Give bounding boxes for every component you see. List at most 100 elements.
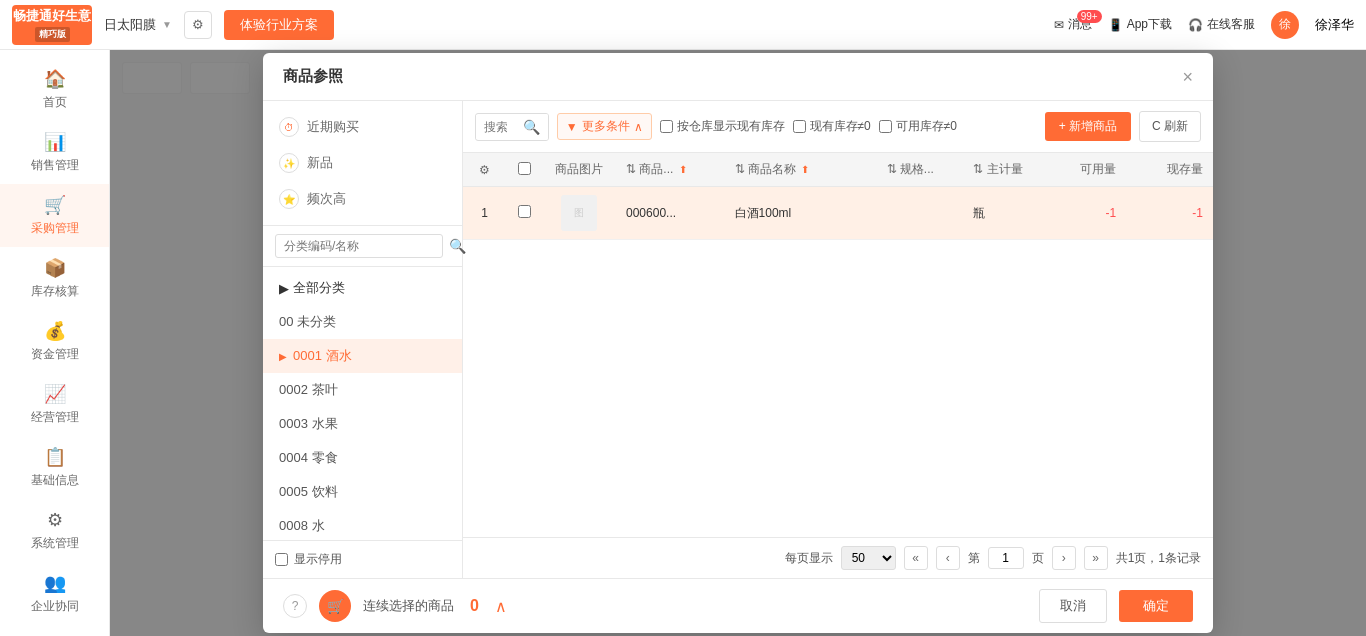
category-item-active[interactable]: ▶ 0001 酒水 <box>263 339 462 373</box>
new-icon: ✨ <box>279 153 299 173</box>
select-all-checkbox[interactable] <box>518 162 531 175</box>
per-page-label: 每页显示 <box>785 550 833 567</box>
category-item[interactable]: 0008 水 <box>263 509 462 540</box>
sidebar-item-inventory[interactable]: 📦 库存核算 <box>0 247 109 310</box>
logo-text: 畅捷通好生意 <box>13 7 91 25</box>
add-product-btn[interactable]: + 新增商品 <box>1045 112 1131 141</box>
product-modal: 商品参照 × ⏱ 近期购买 ✨ 新 <box>263 53 1213 633</box>
sidebar-item-purchase[interactable]: 🛒 采购管理 <box>0 184 109 247</box>
sort-active-icon: ⬆ <box>801 164 809 175</box>
settings-icon[interactable]: ⚙ <box>184 11 212 39</box>
store-name: 日太阳膜 <box>104 16 156 34</box>
cart-btn[interactable]: 🛒 <box>319 590 351 622</box>
toolbar: 🔍 ▼ 更多条件 ∧ 按仓库显示现有库存 <box>463 101 1213 153</box>
page-input[interactable] <box>988 547 1024 569</box>
last-page-btn[interactable]: » <box>1084 546 1108 570</box>
col-header-stock[interactable]: 现存量 <box>1126 153 1213 187</box>
right-panel: 🔍 ▼ 更多条件 ∧ 按仓库显示现有库存 <box>463 101 1213 578</box>
col-header-unit[interactable]: ⇅ 主计量 <box>963 153 1039 187</box>
category-label: 00 未分类 <box>279 313 336 331</box>
sidebar-item-label: 基础信息 <box>31 472 79 489</box>
row-checkbox[interactable] <box>518 205 531 218</box>
refresh-btn[interactable]: C 刷新 <box>1139 111 1201 142</box>
modal-footer: ? 🛒 连续选择的商品 0 ∧ 取消 确定 <box>263 578 1213 633</box>
chevron-right-icon: ▶ <box>279 351 287 362</box>
store-selector[interactable]: 日太阳膜 ▼ <box>104 16 172 34</box>
col-header-check <box>506 153 542 187</box>
display-disabled-area: 显示停用 <box>263 540 462 578</box>
sidebar-item-label: 经营管理 <box>31 409 79 426</box>
col-header-spec[interactable]: ⇅ 规格... <box>877 153 964 187</box>
app-download-btn[interactable]: 📱 App下载 <box>1108 16 1172 33</box>
settings-table-icon[interactable]: ⚙ <box>479 163 490 177</box>
category-item[interactable]: 0003 水果 <box>263 407 462 441</box>
col-code-label: 商品... <box>639 162 673 176</box>
prev-page-btn[interactable]: ‹ <box>936 546 960 570</box>
avatar[interactable]: 徐 <box>1271 11 1299 39</box>
product-img: 图 <box>561 195 597 231</box>
left-panel-tabs: ⏱ 近期购买 ✨ 新品 ⭐ 频次高 <box>263 101 462 226</box>
col-header-seq: ⚙ <box>463 153 506 187</box>
messages-btn[interactable]: ✉ 消息 99+ <box>1054 16 1092 33</box>
sidebar-item-sales[interactable]: 📊 销售管理 <box>0 121 109 184</box>
category-label: 0008 水 <box>279 517 325 535</box>
col-header-avail[interactable]: 可用量 <box>1039 153 1126 187</box>
filter-btn[interactable]: ▼ 更多条件 ∧ <box>557 113 652 140</box>
checkbox-stock-nonzero: 现有库存≠0 <box>793 118 871 135</box>
sidebar: 🏠 首页 📊 销售管理 🛒 采购管理 📦 库存核算 💰 资金管理 📈 经营管理 … <box>0 50 110 636</box>
avail-nonzero-checkbox[interactable] <box>879 120 892 133</box>
filter-label: 更多条件 <box>582 118 630 135</box>
sidebar-item-label: 采购管理 <box>31 220 79 237</box>
col-header-name[interactable]: ⇅ 商品名称 ⬆ <box>725 153 877 187</box>
system-icon: ⚙ <box>47 509 63 531</box>
warehouse-label: 按仓库显示现有库存 <box>677 118 785 135</box>
category-item[interactable]: 0005 饮料 <box>263 475 462 509</box>
help-icon[interactable]: ? <box>283 594 307 618</box>
stock-nonzero-checkbox[interactable] <box>793 120 806 133</box>
display-disabled-checkbox[interactable] <box>275 553 288 566</box>
message-icon: ✉ <box>1054 18 1064 32</box>
sidebar-item-basic-info[interactable]: 📋 基础信息 <box>0 436 109 499</box>
username: 徐泽华 <box>1315 16 1354 34</box>
modal-header: 商品参照 × <box>263 53 1213 101</box>
tab-recent-purchase[interactable]: ⏱ 近期购买 <box>263 109 462 145</box>
tab-new-products[interactable]: ✨ 新品 <box>263 145 462 181</box>
collapse-icon[interactable]: ∧ <box>495 597 507 616</box>
td-seq: 1 <box>463 187 506 240</box>
sidebar-item-system[interactable]: ⚙ 系统管理 <box>0 499 109 562</box>
product-search-input[interactable] <box>476 115 515 139</box>
headset-icon: 🎧 <box>1188 18 1203 32</box>
sidebar-item-operations[interactable]: 📈 经营管理 <box>0 373 109 436</box>
cancel-btn[interactable]: 取消 <box>1039 589 1107 623</box>
table-row[interactable]: 1 图 000 <box>463 187 1213 240</box>
sidebar-item-home[interactable]: 🏠 首页 <box>0 58 109 121</box>
first-page-btn[interactable]: « <box>904 546 928 570</box>
category-item[interactable]: 0004 零食 <box>263 441 462 475</box>
selected-label: 连续选择的商品 <box>363 597 454 615</box>
sidebar-item-collab[interactable]: 👥 企业协同 <box>0 562 109 625</box>
col-header-code[interactable]: ⇅ 商品... ⬆ <box>616 153 725 187</box>
warehouse-checkbox[interactable] <box>660 120 673 133</box>
sidebar-item-guide[interactable]: 🔰 新手引导 <box>0 625 109 636</box>
modal-close-btn[interactable]: × <box>1182 68 1193 86</box>
logo[interactable]: 畅捷通好生意 精巧版 <box>12 5 92 45</box>
service-btn[interactable]: 🎧 在线客服 <box>1188 16 1255 33</box>
sort-icon: ⇅ <box>887 162 897 176</box>
category-list: ▶ 全部分类 00 未分类 ▶ 0001 酒水 0002 茶 <box>263 267 462 540</box>
tab-frequent[interactable]: ⭐ 频次高 <box>263 181 462 217</box>
category-all-header[interactable]: ▶ 全部分类 <box>263 271 462 305</box>
stock-nonzero-label: 现有库存≠0 <box>810 118 871 135</box>
td-name: 白酒100ml <box>725 187 877 240</box>
product-code: 000600... <box>626 206 676 220</box>
trial-btn[interactable]: 体验行业方案 <box>224 10 334 40</box>
product-name: 白酒100ml <box>735 206 792 220</box>
category-item[interactable]: 0002 茶叶 <box>263 373 462 407</box>
product-search-btn[interactable]: 🔍 <box>515 114 548 140</box>
category-item[interactable]: 00 未分类 <box>263 305 462 339</box>
confirm-btn[interactable]: 确定 <box>1119 590 1193 622</box>
category-label: 0003 水果 <box>279 415 338 433</box>
sidebar-item-finance[interactable]: 💰 资金管理 <box>0 310 109 373</box>
category-search-input[interactable] <box>275 234 443 258</box>
next-page-btn[interactable]: › <box>1052 546 1076 570</box>
per-page-select[interactable]: 50 10 20 100 <box>841 546 896 570</box>
